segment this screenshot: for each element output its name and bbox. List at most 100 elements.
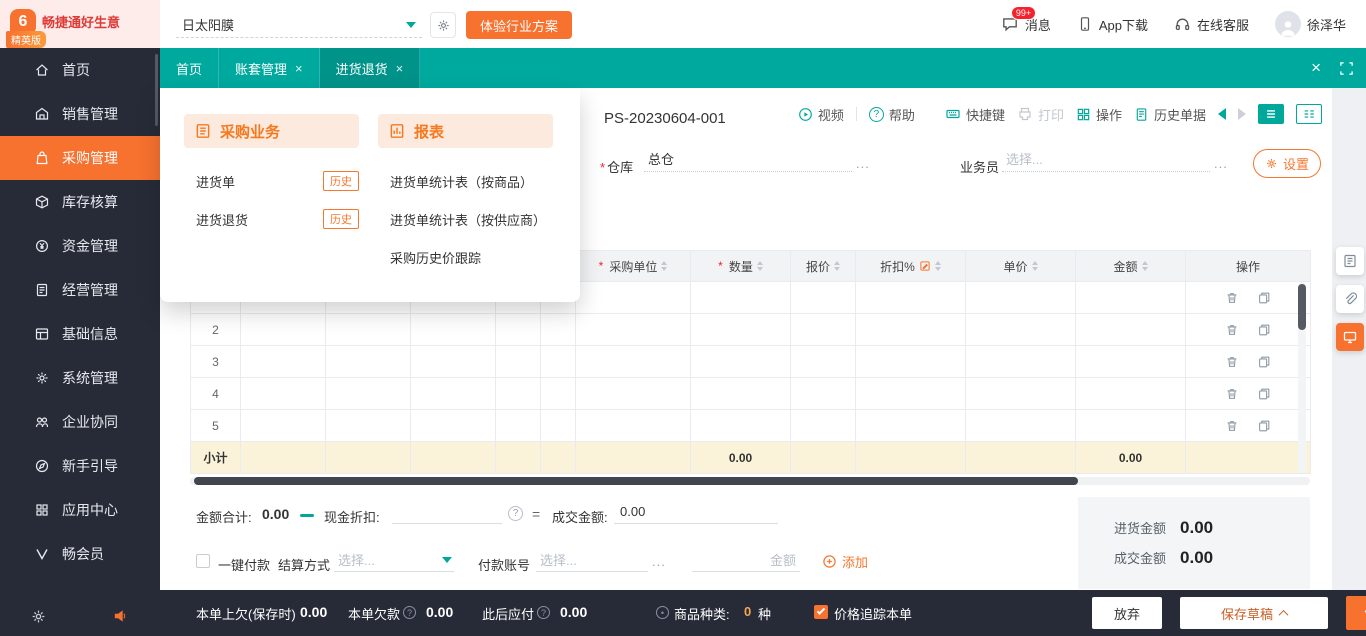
- scrollbar-thumb[interactable]: [194, 477, 1078, 485]
- table-cell[interactable]: [411, 410, 496, 442]
- menu-item-price-history[interactable]: 采购历史价跟踪: [378, 238, 553, 276]
- table-cell[interactable]: [966, 378, 1076, 410]
- table-cell[interactable]: [691, 410, 791, 442]
- copy-row-icon[interactable]: [1257, 355, 1271, 369]
- online-service-button[interactable]: 在线客服: [1174, 15, 1249, 34]
- copy-row-icon[interactable]: [1257, 323, 1271, 337]
- table-horizontal-scrollbar[interactable]: [190, 477, 1310, 485]
- delete-row-icon[interactable]: [1225, 355, 1239, 369]
- sort-icon[interactable]: [1142, 261, 1148, 271]
- table-cell[interactable]: [541, 410, 576, 442]
- sidebar-item-apps[interactable]: 应用中心: [0, 488, 160, 532]
- price-track-checkbox[interactable]: [814, 605, 828, 619]
- copy-row-icon[interactable]: [1257, 419, 1271, 433]
- warehouse-more-icon[interactable]: ...: [856, 156, 870, 171]
- col-header-unit-price[interactable]: 单价: [966, 251, 1076, 282]
- table-cell[interactable]: [411, 378, 496, 410]
- menu-item-purchase-order[interactable]: 进货单 历史: [184, 162, 359, 200]
- payment-amount-field[interactable]: 金额: [692, 548, 800, 572]
- table-cell[interactable]: [576, 410, 691, 442]
- sidebar-item-home[interactable]: 首页: [0, 48, 160, 92]
- table-cell[interactable]: [791, 282, 856, 314]
- history-docs-button[interactable]: 历史单据: [1134, 105, 1206, 124]
- payment-account-more-icon[interactable]: ...: [652, 554, 666, 569]
- sort-icon[interactable]: [1032, 261, 1038, 271]
- sidebar-item-sales[interactable]: 销售管理: [0, 92, 160, 136]
- table-cell[interactable]: [966, 410, 1076, 442]
- table-cell[interactable]: [856, 346, 966, 378]
- account-select[interactable]: 日太阳膜: [176, 12, 422, 38]
- col-header-discount[interactable]: 折扣%: [856, 251, 966, 282]
- table-cell[interactable]: [856, 410, 966, 442]
- col-header-quantity[interactable]: *数量: [691, 251, 791, 282]
- sidebar-item-operations[interactable]: 经营管理: [0, 268, 160, 312]
- menu-item-purchase-return[interactable]: 进货退货 历史: [184, 200, 359, 238]
- table-cell[interactable]: [541, 378, 576, 410]
- table-vertical-scrollbar[interactable]: [1298, 282, 1306, 473]
- table-cell[interactable]: [1076, 410, 1186, 442]
- table-cell[interactable]: [691, 282, 791, 314]
- delete-row-icon[interactable]: [1225, 387, 1239, 401]
- attachment-button[interactable]: [1336, 285, 1364, 313]
- app-download-button[interactable]: App下载: [1077, 15, 1148, 34]
- sidebar-settings-icon[interactable]: [30, 608, 47, 625]
- settings-button[interactable]: 设置: [1253, 149, 1321, 178]
- col-header-purchase-unit[interactable]: *采购单位: [576, 251, 691, 282]
- table-cell[interactable]: [326, 410, 411, 442]
- onekey-payment-checkbox[interactable]: [196, 554, 210, 568]
- close-tab-icon[interactable]: ×: [396, 61, 404, 76]
- list-view-toggle[interactable]: [1258, 104, 1284, 124]
- sidebar-item-member[interactable]: 畅会员: [0, 532, 160, 576]
- table-cell[interactable]: [1076, 346, 1186, 378]
- table-cell[interactable]: [241, 314, 326, 346]
- grid-view-toggle[interactable]: [1296, 104, 1322, 124]
- salesman-more-icon[interactable]: ...: [1214, 156, 1228, 171]
- salesman-field[interactable]: 选择...: [1002, 146, 1210, 172]
- close-all-icon[interactable]: ×: [1311, 58, 1321, 78]
- table-cell[interactable]: [966, 346, 1076, 378]
- tab-purchase-return[interactable]: 进货退货 ×: [320, 48, 421, 88]
- settlement-method-select[interactable]: 选择...: [334, 548, 454, 572]
- table-cell[interactable]: [856, 314, 966, 346]
- video-button[interactable]: 视频: [798, 105, 844, 124]
- table-cell[interactable]: [791, 314, 856, 346]
- table-cell[interactable]: [411, 346, 496, 378]
- cash-discount-field[interactable]: [392, 500, 502, 524]
- save-draft-button[interactable]: 保存草稿: [1180, 597, 1328, 629]
- sidebar-item-guide[interactable]: 新手引导: [0, 444, 160, 488]
- tab-home[interactable]: 首页: [160, 48, 219, 88]
- warehouse-field[interactable]: 总仓: [644, 146, 852, 172]
- table-cell[interactable]: [241, 410, 326, 442]
- help-circle-icon[interactable]: ?: [508, 506, 523, 521]
- table-cell[interactable]: [1076, 378, 1186, 410]
- table-cell[interactable]: [966, 314, 1076, 346]
- copy-row-icon[interactable]: [1257, 291, 1271, 305]
- save-and-new-button[interactable]: 保存&新增: [1346, 596, 1366, 630]
- user-menu[interactable]: 徐泽华: [1275, 11, 1346, 37]
- table-cell[interactable]: [576, 346, 691, 378]
- history-badge[interactable]: 历史: [323, 171, 359, 191]
- table-cell[interactable]: [576, 314, 691, 346]
- menu-item-report-by-supplier[interactable]: 进货单统计表（按供应商）: [378, 200, 553, 238]
- sort-icon[interactable]: [935, 261, 941, 271]
- payment-account-select[interactable]: 选择...: [536, 548, 648, 572]
- delete-row-icon[interactable]: [1225, 419, 1239, 433]
- sidebar-item-system[interactable]: 系统管理: [0, 356, 160, 400]
- discard-button[interactable]: 放弃: [1092, 597, 1162, 629]
- table-cell[interactable]: [1076, 282, 1186, 314]
- fullscreen-icon[interactable]: [1339, 61, 1354, 76]
- table-cell[interactable]: [1076, 314, 1186, 346]
- table-cell[interactable]: [966, 282, 1076, 314]
- sort-icon[interactable]: [661, 261, 667, 271]
- table-cell[interactable]: [241, 378, 326, 410]
- table-cell[interactable]: [791, 378, 856, 410]
- account-settings-button[interactable]: [430, 12, 456, 38]
- collapse-speaker-icon[interactable]: [112, 607, 130, 625]
- sidebar-item-base-info[interactable]: 基础信息: [0, 312, 160, 356]
- table-cell[interactable]: [541, 346, 576, 378]
- sort-icon[interactable]: [834, 261, 840, 271]
- table-cell[interactable]: [326, 346, 411, 378]
- delete-row-icon[interactable]: [1225, 323, 1239, 337]
- table-cell[interactable]: [496, 346, 541, 378]
- copy-row-icon[interactable]: [1257, 387, 1271, 401]
